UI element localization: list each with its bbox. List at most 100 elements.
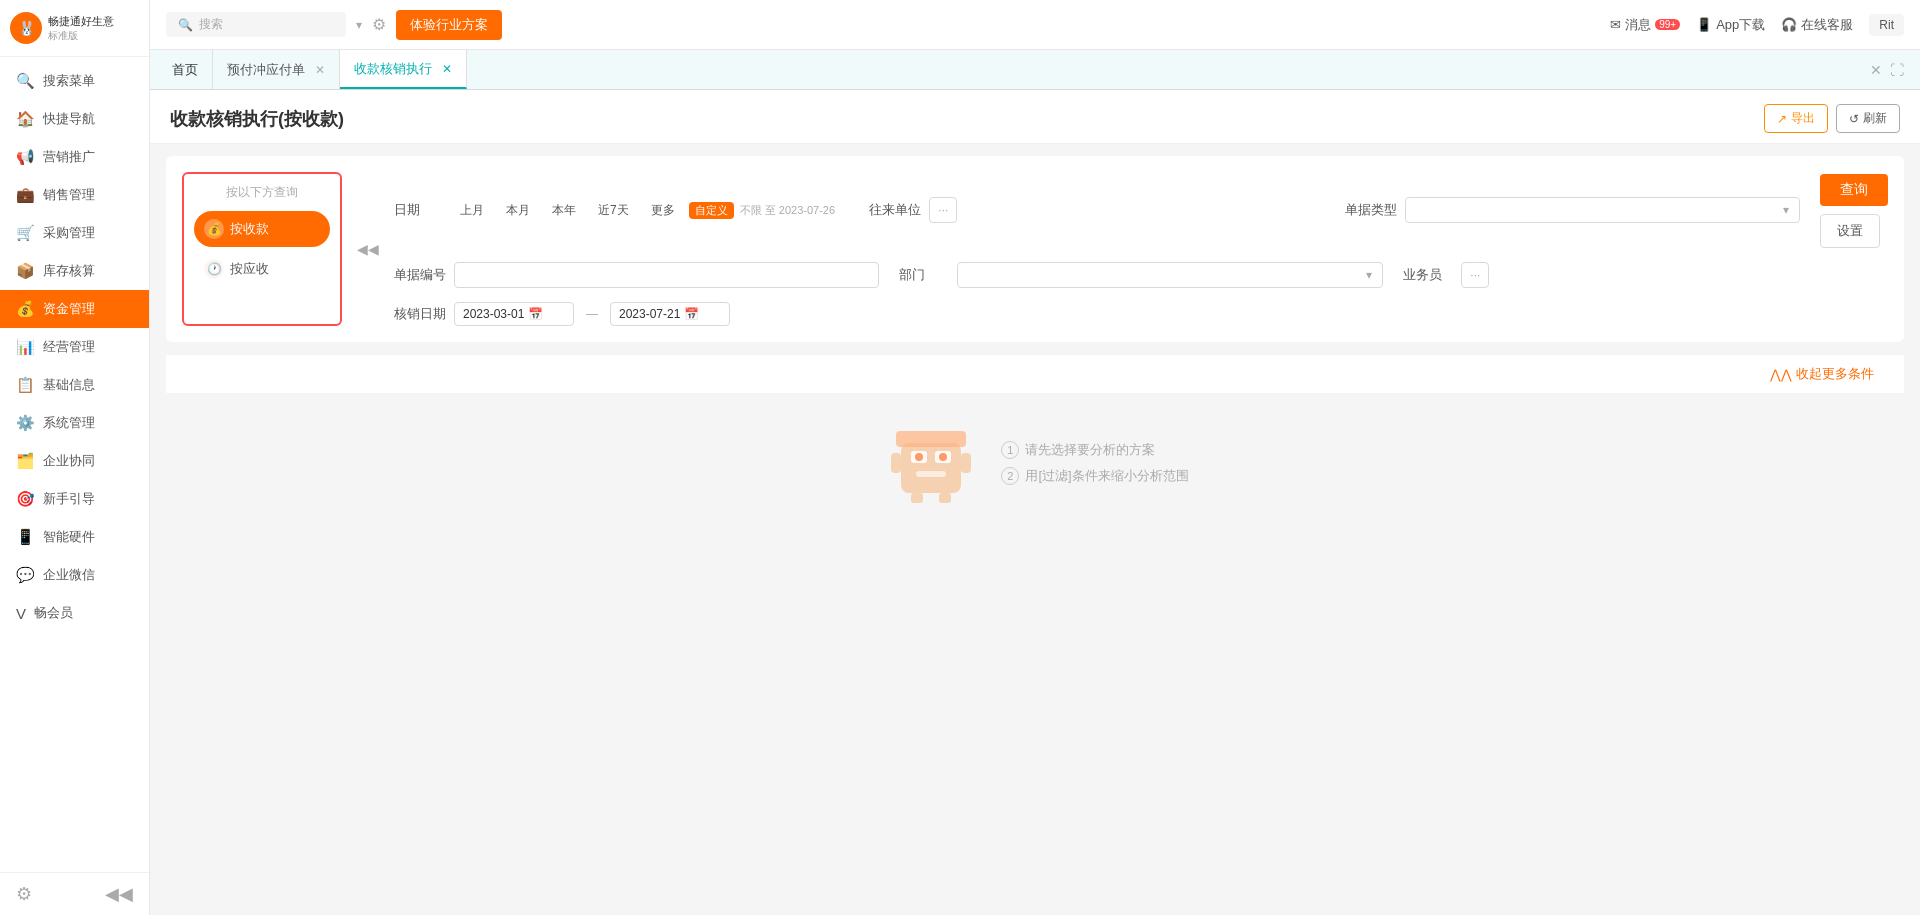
tab-prepay[interactable]: 预付冲应付单 ✕ <box>213 50 340 89</box>
date-separator: — <box>582 307 602 321</box>
tip1-num: 1 <box>1001 441 1019 459</box>
staff-label: 业务员 <box>1403 266 1453 284</box>
tabbar-actions: ✕ ⛶ <box>1870 62 1912 78</box>
empty-state: 1 请先选择要分析的方案 2 用[过滤]条件来缩小分析范围 <box>150 413 1920 513</box>
writeoff-end-value: 2023-07-21 <box>619 307 680 321</box>
app-download-button[interactable]: 📱 App下载 <box>1696 16 1765 34</box>
date-shortcuts: 上月 本月 本年 近7天 更多 自定义 不限 至 2023-07-26 <box>452 200 835 221</box>
sidebar-quicknav-label: 快捷导航 <box>43 110 95 128</box>
date-custom-tag[interactable]: 自定义 <box>689 202 734 219</box>
sidebar-item-guide[interactable]: 🎯 新手引导 <box>0 480 149 518</box>
tab-receivable-close-icon[interactable]: ✕ <box>442 62 452 76</box>
message-button[interactable]: ✉ 消息 99+ <box>1610 16 1680 34</box>
date-last-month-btn[interactable]: 上月 <box>452 200 492 221</box>
writeoff-date-label: 核销日期 <box>394 305 446 323</box>
export-button[interactable]: ↗ 导出 <box>1764 104 1828 133</box>
sidebar-item-enterprise[interactable]: 🗂️ 企业协同 <box>0 442 149 480</box>
sidebar-hardware-label: 智能硬件 <box>43 528 95 546</box>
search-box[interactable]: 🔍 搜索 <box>166 12 346 37</box>
sidebar-item-hardware[interactable]: 📱 智能硬件 <box>0 518 149 556</box>
page-header: 收款核销执行(按收款) ↗ 导出 ↺ 刷新 <box>150 90 1920 144</box>
date-7days-btn[interactable]: 近7天 <box>590 200 637 221</box>
filter-row-1: 日期 上月 本月 本年 近7天 更多 自定义 不限 至 2023-07-26 往… <box>394 172 1888 248</box>
filter-by-receivable[interactable]: 🕐 按应收 <box>194 251 330 287</box>
collapse-sidebar-icon[interactable]: ◀◀ <box>105 883 133 905</box>
date-this-year-btn[interactable]: 本年 <box>544 200 584 221</box>
sidebar-item-finance[interactable]: 💰 资金管理 <box>0 290 149 328</box>
sidebar-item-search[interactable]: 🔍 搜索菜单 <box>0 62 149 100</box>
sidebar-item-sales[interactable]: 💼 销售管理 <box>0 176 149 214</box>
collapse-more-conditions[interactable]: ⋀⋀ 收起更多条件 <box>166 354 1904 393</box>
search-icon: 🔍 <box>178 18 193 32</box>
collapse-more-label: 收起更多条件 <box>1796 365 1874 383</box>
bill-no-input[interactable] <box>454 262 879 288</box>
sidebar-sales-label: 销售管理 <box>43 186 95 204</box>
date-more-btn[interactable]: 更多 <box>643 200 683 221</box>
filter-by-receipt[interactable]: 💰 按收款 <box>194 211 330 247</box>
sidebar-sales-icon: 💼 <box>16 186 35 204</box>
sidebar-item-quicknav[interactable]: 🏠 快捷导航 <box>0 100 149 138</box>
empty-tip-2: 2 用[过滤]条件来缩小分析范围 <box>1001 467 1188 485</box>
writeoff-end-date-input[interactable]: 2023-07-21 📅 <box>610 302 730 326</box>
sidebar-guide-icon: 🎯 <box>16 490 35 508</box>
page-title: 收款核销执行(按收款) <box>170 107 344 131</box>
tab-prepay-close-icon[interactable]: ✕ <box>315 63 325 77</box>
bill-no-label: 单据编号 <box>394 266 446 284</box>
message-label: 消息 <box>1625 16 1651 34</box>
writeoff-start-calendar-icon: 📅 <box>528 307 543 321</box>
dropdown-chevron-icon[interactable]: ▾ <box>356 18 362 32</box>
svg-rect-6 <box>891 453 901 473</box>
query-button[interactable]: 查询 <box>1820 174 1888 206</box>
tab-receivable-label: 收款核销执行 <box>354 60 432 78</box>
svg-point-3 <box>915 453 923 461</box>
sidebar-item-wechat[interactable]: 💬 企业微信 <box>0 556 149 594</box>
tabbar: 首页 预付冲应付单 ✕ 收款核销执行 ✕ ✕ ⛶ <box>150 50 1920 90</box>
topbar-gear-icon[interactable]: ⚙ <box>372 15 386 34</box>
sidebar-bottom: ⚙ ◀◀ <box>0 872 149 915</box>
writeoff-start-date-input[interactable]: 2023-03-01 📅 <box>454 302 574 326</box>
sidebar-item-marketing[interactable]: 📢 营销推广 <box>0 138 149 176</box>
topbar: 🔍 搜索 ▾ ⚙ 体验行业方案 ✉ 消息 99+ 📱 App下载 🎧 在线客服 … <box>150 0 1920 50</box>
tip1-text: 请先选择要分析的方案 <box>1025 441 1155 459</box>
sidebar-finance-icon: 💰 <box>16 300 35 318</box>
receivable-option-icon: 🕐 <box>204 259 224 279</box>
bill-type-chevron-icon: ▾ <box>1783 203 1789 217</box>
tab-home[interactable]: 首页 <box>158 50 213 89</box>
dept-select[interactable]: ▾ <box>957 262 1384 288</box>
bill-type-select[interactable]: ▾ <box>1405 197 1800 223</box>
settings-icon[interactable]: ⚙ <box>16 883 32 905</box>
staff-select-btn[interactable]: ··· <box>1461 262 1489 288</box>
tab-receivable[interactable]: 收款核销执行 ✕ <box>340 50 467 89</box>
online-service-button[interactable]: 🎧 在线客服 <box>1781 16 1853 34</box>
bill-no-field: 单据编号 <box>394 262 879 288</box>
tab-expand-icon[interactable]: ⛶ <box>1890 62 1904 78</box>
sidebar-hardware-icon: 📱 <box>16 528 35 546</box>
refresh-button[interactable]: ↺ 刷新 <box>1836 104 1900 133</box>
sidebar-item-member[interactable]: V 畅会员 <box>0 594 149 632</box>
date-this-month-btn[interactable]: 本月 <box>498 200 538 221</box>
sidebar-item-purchase[interactable]: 🛒 采购管理 <box>0 214 149 252</box>
sidebar: 🐰 畅捷通好生意 标准版 🔍 搜索菜单 🏠 快捷导航 📢 营销推广 💼 销售管理… <box>0 0 150 915</box>
date-hint: 不限 至 2023-07-26 <box>740 203 835 218</box>
writeoff-start-value: 2023-03-01 <box>463 307 524 321</box>
filter-options-title: 按以下方查询 <box>194 184 330 201</box>
collapse-filter-button[interactable]: ◀◀ <box>358 172 378 326</box>
sidebar-finance-label: 资金管理 <box>43 300 95 318</box>
industry-solution-button[interactable]: 体验行业方案 <box>396 10 502 40</box>
sidebar-quicknav-icon: 🏠 <box>16 110 35 128</box>
topbar-right: ✉ 消息 99+ 📱 App下载 🎧 在线客服 Rit <box>1610 14 1904 36</box>
counterpart-select-btn[interactable]: ··· <box>929 197 957 223</box>
filter-actions: 查询 设置 <box>1820 172 1888 248</box>
settings-button[interactable]: 设置 <box>1820 214 1880 248</box>
tab-close-all-icon[interactable]: ✕ <box>1870 62 1882 78</box>
sidebar-item-system[interactable]: ⚙️ 系统管理 <box>0 404 149 442</box>
sidebar-guide-label: 新手引导 <box>43 490 95 508</box>
sidebar-purchase-icon: 🛒 <box>16 224 35 242</box>
sidebar-item-inventory[interactable]: 📦 库存核算 <box>0 252 149 290</box>
sidebar-system-label: 系统管理 <box>43 414 95 432</box>
username-display[interactable]: Rit <box>1869 14 1904 36</box>
sidebar-item-basic[interactable]: 📋 基础信息 <box>0 366 149 404</box>
counterpart-field: 往来单位 ··· <box>869 197 1324 223</box>
sidebar-operations-icon: 📊 <box>16 338 35 356</box>
sidebar-item-operations[interactable]: 📊 经营管理 <box>0 328 149 366</box>
